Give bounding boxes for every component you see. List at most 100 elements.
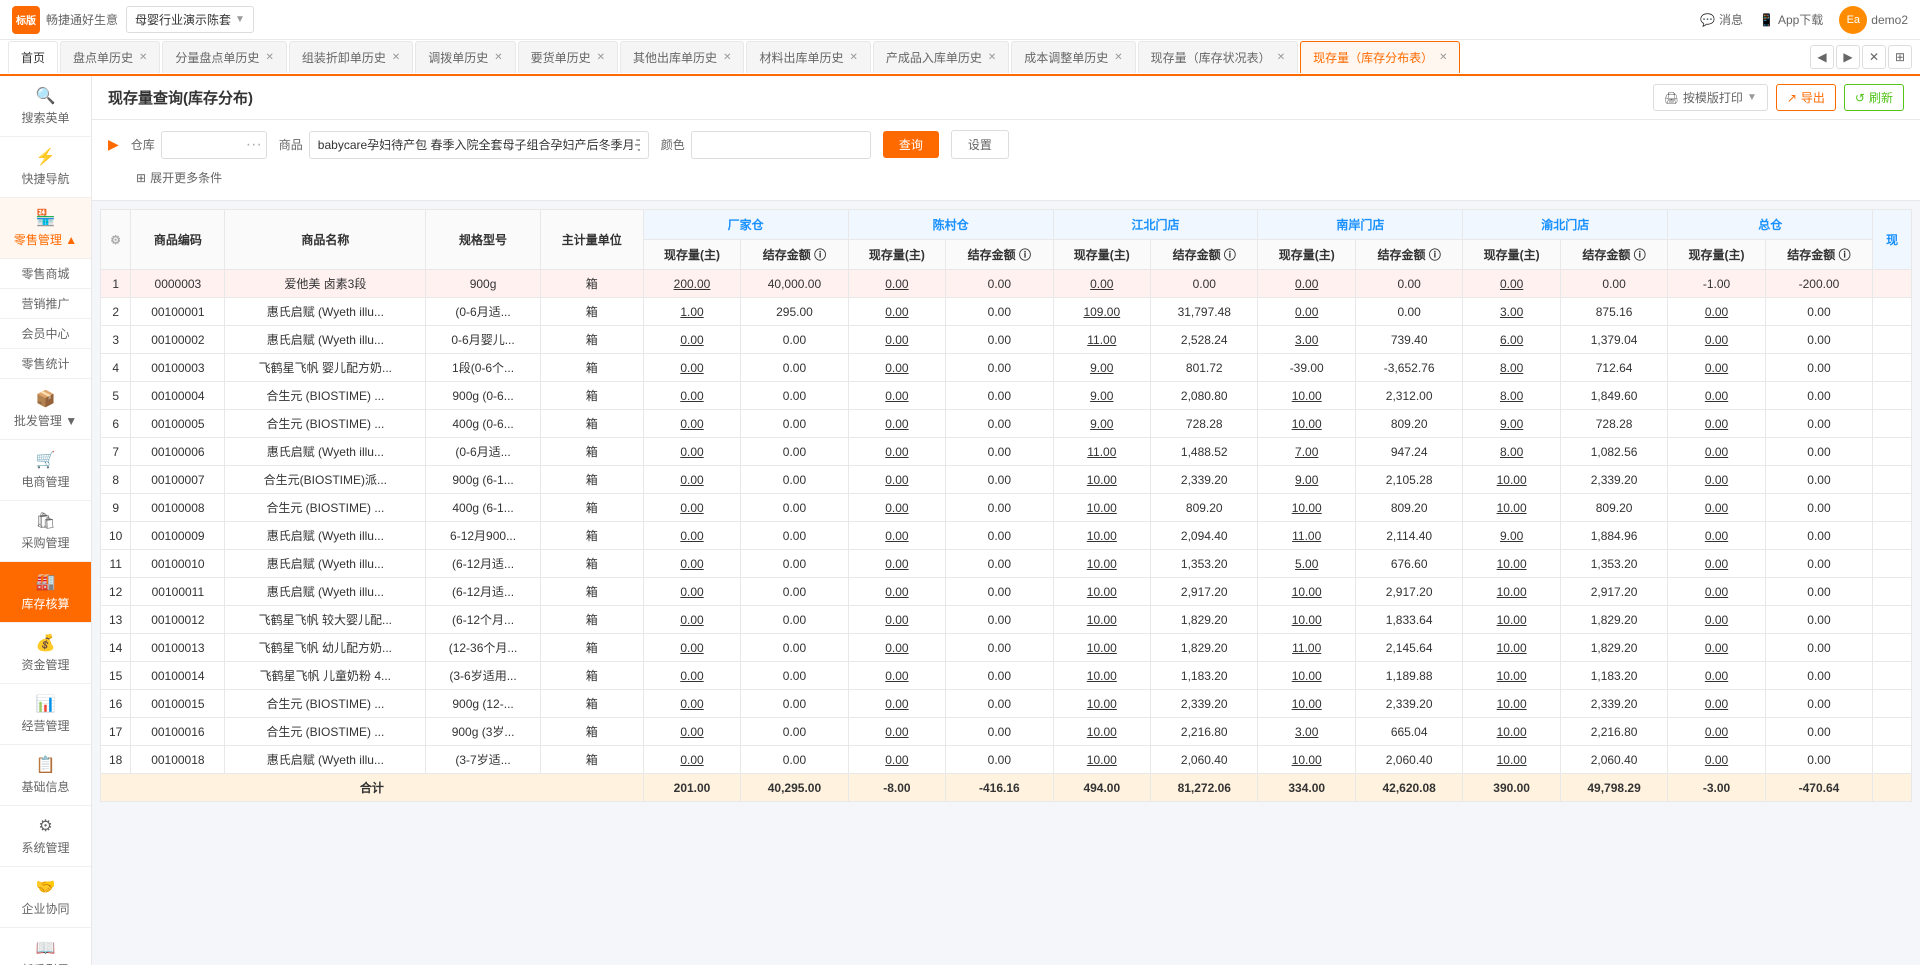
- row-na-qty[interactable]: 10.00: [1258, 578, 1356, 606]
- row-cc-qty[interactable]: 0.00: [848, 298, 946, 326]
- row-yb-qty[interactable]: 6.00: [1463, 326, 1561, 354]
- gear-icon[interactable]: ⚙: [110, 233, 121, 247]
- row-fj-qty[interactable]: 0.00: [643, 634, 741, 662]
- row-jb-qty[interactable]: 0.00: [1053, 270, 1151, 298]
- sidebar-item-inventory[interactable]: 🏭 库存核算: [0, 562, 91, 623]
- row-na-qty[interactable]: 10.00: [1258, 606, 1356, 634]
- row-jb-qty[interactable]: 10.00: [1053, 718, 1151, 746]
- row-yb-qty[interactable]: 10.00: [1463, 466, 1561, 494]
- row-cc-qty[interactable]: 0.00: [848, 326, 946, 354]
- row-na-qty[interactable]: 10.00: [1258, 494, 1356, 522]
- row-fj-qty[interactable]: 0.00: [643, 690, 741, 718]
- row-yb-qty[interactable]: 10.00: [1463, 718, 1561, 746]
- row-yb-qty[interactable]: 9.00: [1463, 410, 1561, 438]
- row-zc-qty[interactable]: 0.00: [1668, 298, 1766, 326]
- row-na-qty[interactable]: 10.00: [1258, 746, 1356, 774]
- app-download-btn[interactable]: 📱 App下载: [1759, 11, 1823, 28]
- row-fj-qty[interactable]: 0.00: [643, 606, 741, 634]
- goods-input[interactable]: [309, 131, 649, 159]
- tab-10[interactable]: 现存量（库存状况表） ✕: [1138, 41, 1298, 73]
- row-fj-qty[interactable]: 0.00: [643, 578, 741, 606]
- tab-9[interactable]: 成本调整单历史 ✕: [1011, 41, 1135, 73]
- row-zc-qty[interactable]: 0.00: [1668, 690, 1766, 718]
- row-na-qty[interactable]: 0.00: [1258, 270, 1356, 298]
- row-na-qty[interactable]: 11.00: [1258, 522, 1356, 550]
- store-selector[interactable]: 母婴行业演示陈套 ▼: [126, 6, 254, 33]
- print-btn[interactable]: 🖨 按模版打印 ▼: [1653, 84, 1768, 111]
- row-zc-qty[interactable]: 0.00: [1668, 466, 1766, 494]
- row-cc-qty[interactable]: 0.00: [848, 606, 946, 634]
- row-jb-qty[interactable]: 9.00: [1053, 382, 1151, 410]
- row-cc-qty[interactable]: 0.00: [848, 634, 946, 662]
- row-fj-qty[interactable]: 0.00: [643, 466, 741, 494]
- sidebar-item-member[interactable]: 会员中心: [0, 319, 91, 349]
- sidebar-item-retail-store[interactable]: 零售商城: [0, 259, 91, 289]
- tab-4-close[interactable]: ✕: [494, 52, 502, 63]
- export-btn[interactable]: ↗ 导出: [1776, 84, 1836, 111]
- table-area[interactable]: ⚙ 商品编码 商品名称 规格型号 主计量单位 厂家仓 陈村仓 江北门店 南岸门店…: [92, 201, 1920, 965]
- tab-6[interactable]: 其他出库单历史 ✕: [620, 41, 744, 73]
- row-cc-qty[interactable]: 0.00: [848, 578, 946, 606]
- row-na-qty[interactable]: 11.00: [1258, 634, 1356, 662]
- row-cc-qty[interactable]: 0.00: [848, 718, 946, 746]
- row-zc-qty[interactable]: 0.00: [1668, 438, 1766, 466]
- row-yb-qty[interactable]: 8.00: [1463, 438, 1561, 466]
- row-zc-qty[interactable]: 0.00: [1668, 382, 1766, 410]
- row-na-qty[interactable]: 3.00: [1258, 718, 1356, 746]
- row-yb-qty[interactable]: 10.00: [1463, 550, 1561, 578]
- row-jb-qty[interactable]: 11.00: [1053, 438, 1151, 466]
- row-na-qty[interactable]: 10.00: [1258, 662, 1356, 690]
- row-cc-qty[interactable]: 0.00: [848, 410, 946, 438]
- tab-1-close[interactable]: ✕: [139, 52, 147, 63]
- tab-next-btn[interactable]: ▶: [1836, 45, 1860, 69]
- setting-btn[interactable]: 设置: [951, 130, 1009, 159]
- tab-3[interactable]: 组装折卸单历史 ✕: [289, 41, 413, 73]
- tab-close-all-btn[interactable]: ✕: [1862, 45, 1886, 69]
- row-fj-qty[interactable]: 0.00: [643, 354, 741, 382]
- row-zc-qty[interactable]: 0.00: [1668, 662, 1766, 690]
- row-yb-qty[interactable]: 10.00: [1463, 606, 1561, 634]
- row-fj-qty[interactable]: 0.00: [643, 550, 741, 578]
- row-na-qty[interactable]: 5.00: [1258, 550, 1356, 578]
- row-zc-qty[interactable]: 0.00: [1668, 550, 1766, 578]
- row-cc-qty[interactable]: 0.00: [848, 270, 946, 298]
- sidebar-item-system[interactable]: ⚙ 系统管理: [0, 806, 91, 867]
- sidebar-item-wholesale[interactable]: 📦 批发管理 ▼: [0, 379, 91, 440]
- sidebar-item-collab[interactable]: 🤝 企业协同: [0, 867, 91, 928]
- tab-4[interactable]: 调拨单历史 ✕: [415, 41, 515, 73]
- row-fj-qty[interactable]: 1.00: [643, 298, 741, 326]
- row-zc-qty[interactable]: 0.00: [1668, 354, 1766, 382]
- sidebar-item-basic[interactable]: 📋 基础信息: [0, 745, 91, 806]
- row-jb-qty[interactable]: 109.00: [1053, 298, 1151, 326]
- row-cc-qty[interactable]: 0.00: [848, 438, 946, 466]
- row-na-qty[interactable]: -39.00: [1258, 354, 1356, 382]
- sidebar-item-finance[interactable]: 💰 资金管理: [0, 623, 91, 684]
- row-cc-qty[interactable]: 0.00: [848, 382, 946, 410]
- row-jb-qty[interactable]: 10.00: [1053, 606, 1151, 634]
- row-jb-qty[interactable]: 9.00: [1053, 354, 1151, 382]
- row-jb-qty[interactable]: 10.00: [1053, 690, 1151, 718]
- row-jb-qty[interactable]: 9.00: [1053, 410, 1151, 438]
- row-fj-qty[interactable]: 0.00: [643, 326, 741, 354]
- row-yb-qty[interactable]: 10.00: [1463, 634, 1561, 662]
- row-cc-qty[interactable]: 0.00: [848, 550, 946, 578]
- row-zc-qty[interactable]: 0.00: [1668, 494, 1766, 522]
- user-info[interactable]: Ea demo2: [1839, 6, 1908, 34]
- row-jb-qty[interactable]: 10.00: [1053, 746, 1151, 774]
- row-zc-qty[interactable]: 0.00: [1668, 522, 1766, 550]
- row-fj-qty[interactable]: 0.00: [643, 746, 741, 774]
- row-jb-qty[interactable]: 10.00: [1053, 522, 1151, 550]
- row-yb-qty[interactable]: 10.00: [1463, 662, 1561, 690]
- tab-8-close[interactable]: ✕: [988, 52, 996, 63]
- tab-1[interactable]: 盘点单历史 ✕: [60, 41, 160, 73]
- row-cc-qty[interactable]: 0.00: [848, 690, 946, 718]
- tab-5[interactable]: 要货单历史 ✕: [518, 41, 618, 73]
- row-jb-qty[interactable]: 10.00: [1053, 550, 1151, 578]
- sidebar-item-retail-mgmt[interactable]: 🏪 零售管理 ▲: [0, 198, 91, 259]
- tab-11-close[interactable]: ✕: [1439, 52, 1447, 63]
- row-zc-qty[interactable]: 0.00: [1668, 634, 1766, 662]
- row-yb-qty[interactable]: 10.00: [1463, 746, 1561, 774]
- tab-prev-btn[interactable]: ◀: [1810, 45, 1834, 69]
- row-fj-qty[interactable]: 0.00: [643, 522, 741, 550]
- color-input[interactable]: [691, 131, 871, 159]
